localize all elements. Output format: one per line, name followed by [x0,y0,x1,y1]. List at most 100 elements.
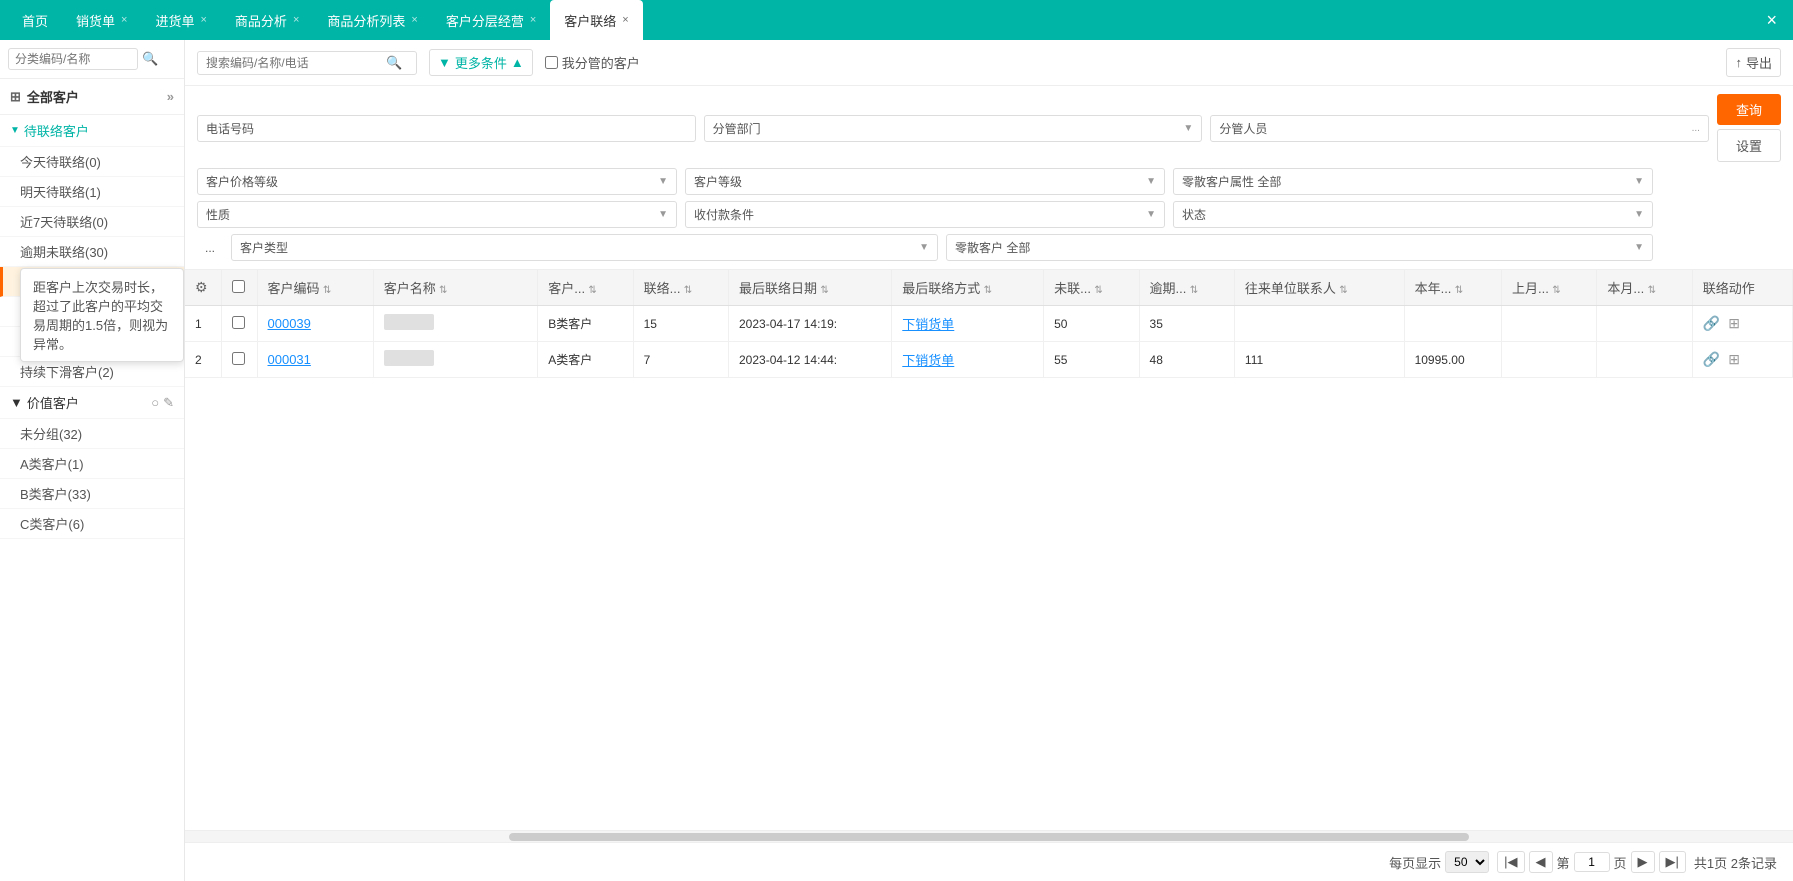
chevron-down-icon-5: ▼ [658,209,668,220]
row-checkbox[interactable] [232,316,245,329]
row-last-contact-method: 下销货单 [892,306,1044,342]
last-page-button[interactable]: ▶| [1659,851,1686,873]
sort-icon-method[interactable]: ⇅ [984,285,992,296]
filter-price-level[interactable]: 客户价格等级 ▼ [197,168,677,195]
close-all-tabs-button[interactable]: × [1758,10,1785,31]
filter-dept[interactable]: 分管部门 ▼ [704,115,1203,142]
sort-icon-overdue[interactable]: ⇅ [1190,285,1198,296]
row-customer-type: B类客户 [538,306,633,342]
sidebar-item-class-c[interactable]: C类客户(6) [0,509,184,539]
nav-close-purchase-order[interactable]: × [200,14,206,26]
filter-status[interactable]: 状态 ▼ [1173,201,1653,228]
sort-icon-year[interactable]: ⇅ [1455,285,1463,296]
chevron-down-icon-3: ▼ [1146,176,1156,187]
page-number-input[interactable] [1574,852,1610,872]
sidebar-search-input[interactable] [8,48,138,70]
sort-icon-code[interactable]: ⇅ [323,285,331,296]
pending-contact-group[interactable]: ▼ 待联络客户 [0,115,184,147]
settings-button[interactable]: 设置 [1717,129,1781,162]
sidebar-item-class-a[interactable]: A类客户(1) [0,449,184,479]
contact-more-icon[interactable]: ⊞ [1728,351,1740,368]
row-customer-type: A类客户 [538,342,633,378]
filter-more-dots[interactable]: ... [197,237,223,259]
sidebar-item-overdue[interactable]: 逾期未联络(30) [0,237,184,267]
sidebar-search-icon[interactable]: 🔍 [142,51,158,67]
filter-payment-terms[interactable]: 收付款条件 ▼ [685,201,1165,228]
col-customer-type: 客户... ⇅ [538,270,633,306]
row-unlocked: 50 [1044,306,1139,342]
row-checkbox[interactable] [232,352,245,365]
chevron-down-icon-7: ▼ [1634,209,1644,220]
nav-sales-order[interactable]: 销货单 × [62,0,141,40]
sort-icon-unlocked[interactable]: ⇅ [1094,285,1102,296]
horizontal-scrollbar[interactable] [509,833,1469,841]
nav-customer-segmentation[interactable]: 客户分层经营 × [432,0,550,40]
sort-icon-this-month[interactable]: ⇅ [1648,285,1656,296]
customer-code-link[interactable]: 000031 [268,352,311,367]
sort-icon-last-month[interactable]: ⇅ [1552,285,1560,296]
sidebar-item-tomorrow-pending[interactable]: 明天待联络(1) [0,177,184,207]
sidebar-collapse-icon[interactable]: » [167,89,174,104]
total-records: 共1页 2条记录 [1694,853,1777,872]
contact-method-link[interactable]: 下销货单 [902,353,954,368]
sidebar-item-7days-pending[interactable]: 近7天待联络(0) [0,207,184,237]
filter-row-3: 性质 ▼ 收付款条件 ▼ 状态 ▼ [197,201,1781,228]
main-layout: 🔍 ⊞ 全部客户 » ▼ 待联络客户 今天待联络(0) 明天待联络(1) 近7天… [0,40,1793,881]
first-page-button[interactable]: |◀ [1497,851,1524,873]
filter-scatter-attr[interactable]: 零散客户属性 全部 ▼ [1173,168,1653,195]
nav-purchase-order[interactable]: 进货单 × [141,0,220,40]
table-settings-icon[interactable]: ⚙ [195,279,208,295]
nav-product-analysis[interactable]: 商品分析 × [221,0,313,40]
nav-close-product-analysis-list[interactable]: × [411,14,417,26]
search-icon[interactable]: 🔍 [386,55,402,71]
filter-customer-level[interactable]: 客户等级 ▼ [685,168,1165,195]
sidebar-item-unclassified[interactable]: 未分组(32) [0,419,184,449]
nav-close-customer-segmentation[interactable]: × [530,14,536,26]
sidebar-item-today-pending[interactable]: 今天待联络(0) [0,147,184,177]
sort-icon-contact[interactable]: ⇅ [684,285,692,296]
my-customer-checkbox[interactable] [545,56,558,69]
row-overdue: 48 [1139,342,1234,378]
nav-home[interactable]: 首页 [8,0,62,40]
filter-scatter-customer[interactable]: 零散客户 全部 ▼ [946,234,1653,261]
customer-name-placeholder [384,314,434,330]
next-page-button[interactable]: ▶ [1631,851,1655,873]
filter-nature[interactable]: 性质 ▼ [197,201,677,228]
nav-customer-contact[interactable]: 客户联络 × [550,0,642,40]
add-group-icon[interactable]: ○ [151,395,159,411]
sort-icon-name[interactable]: ⇅ [439,285,447,296]
row-actions: 🔗 ⊞ [1692,342,1792,378]
value-customers-group[interactable]: ▼ 价值客户 ○ ✎ [0,387,184,419]
select-all-checkbox[interactable] [232,280,245,293]
export-button[interactable]: ↑ 导出 [1726,48,1781,77]
chevron-down-icon-2: ▼ [658,176,668,187]
query-button[interactable]: 查询 [1717,94,1781,125]
sidebar-search-area: 🔍 [0,40,184,79]
nav-close-customer-contact[interactable]: × [622,14,628,26]
row-last-contact-date: 2023-04-12 14:44: [729,342,892,378]
per-page-select[interactable]: 50 [1445,851,1489,873]
contact-method-link[interactable]: 下销货单 [902,317,954,332]
filter-phone[interactable]: 电话号码 [197,115,696,142]
col-customer-code: 客户编码 ⇅ [257,270,373,306]
pagination-nav: |◀ ◀ 第 页 ▶ ▶| [1497,851,1686,873]
edit-group-icon[interactable]: ✎ [163,395,174,411]
search-input[interactable] [206,56,386,70]
filter-manager[interactable]: 分管人员 ... [1210,115,1709,142]
nav-product-analysis-list[interactable]: 商品分析列表 × [313,0,431,40]
sort-icon-unit[interactable]: ⇅ [1339,285,1347,296]
contact-link-icon[interactable]: 🔗 [1703,351,1720,368]
customer-code-link[interactable]: 000039 [268,316,311,331]
nav-close-sales-order[interactable]: × [121,14,127,26]
filter-customer-type[interactable]: 客户类型 ▼ [231,234,938,261]
sidebar-item-class-b[interactable]: B类客户(33) [0,479,184,509]
sort-icon-date[interactable]: ⇅ [820,285,828,296]
more-conditions-button[interactable]: ▼ 更多条件 ▲ [429,49,533,76]
contact-link-icon[interactable]: 🔗 [1703,315,1720,332]
contact-more-icon[interactable]: ⊞ [1728,315,1740,332]
nav-close-product-analysis[interactable]: × [293,14,299,26]
sort-icon-type[interactable]: ⇅ [588,285,596,296]
prev-page-button[interactable]: ◀ [1529,851,1553,873]
export-icon: ↑ [1735,55,1742,70]
col-unit-contact: 往来单位联系人 ⇅ [1234,270,1404,306]
